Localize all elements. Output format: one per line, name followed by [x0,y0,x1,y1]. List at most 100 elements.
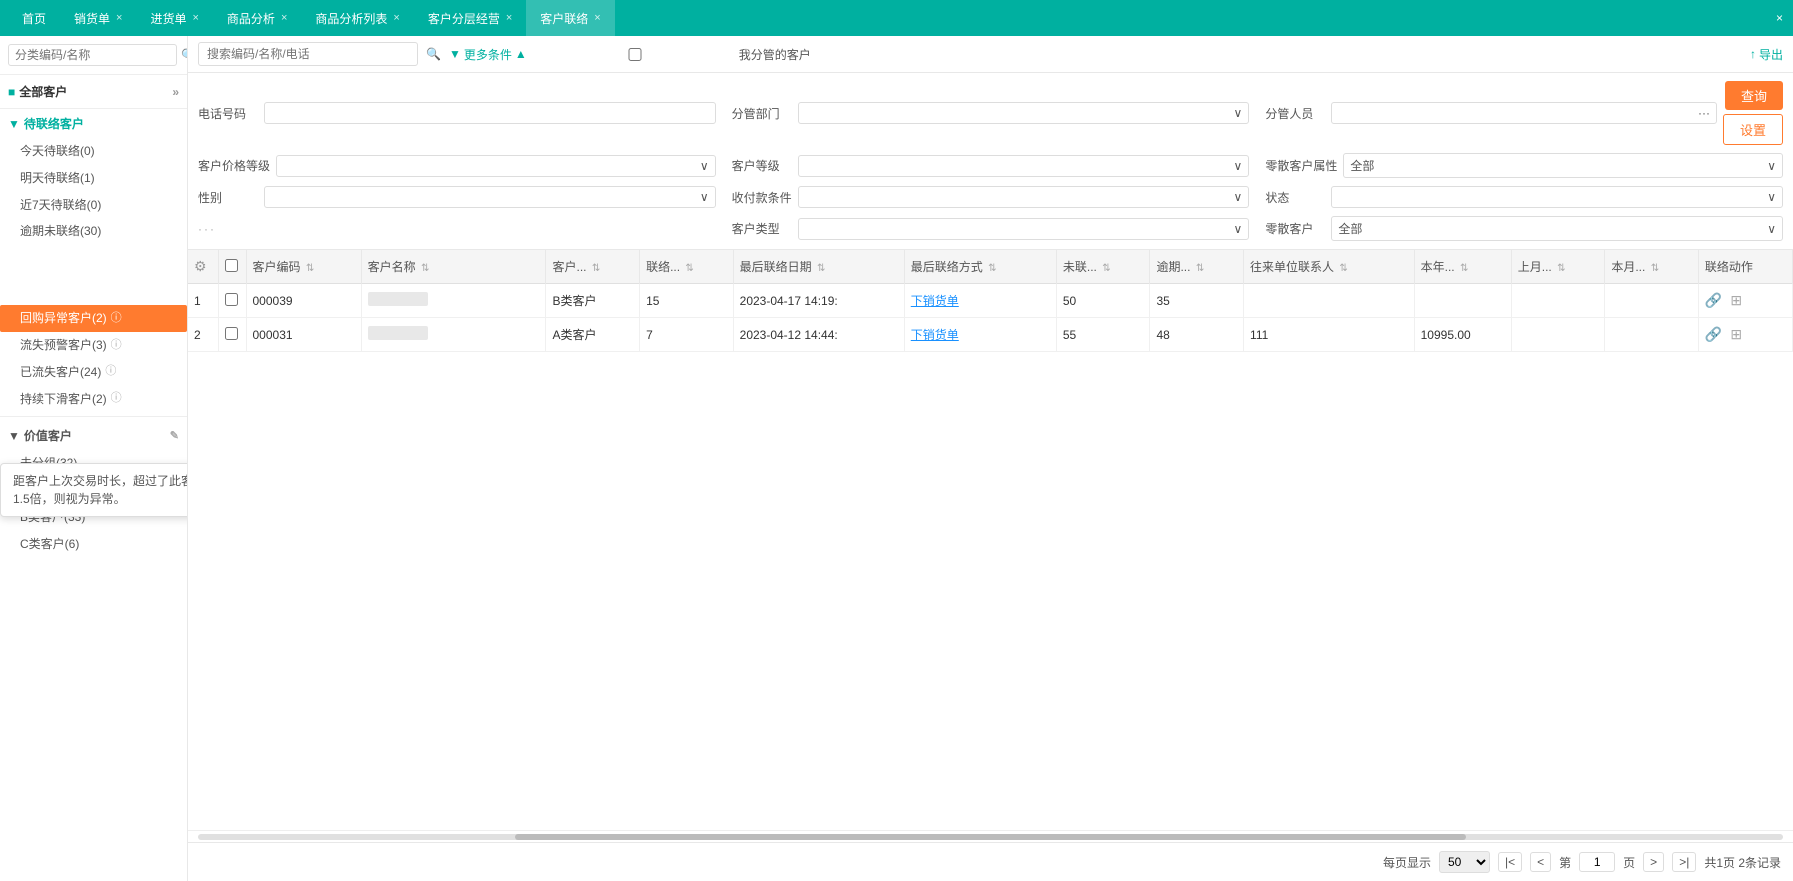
retail-attr-select[interactable]: 全部 ∨ [1343,153,1783,178]
customer-grade-select[interactable]: ∨ [798,155,1250,177]
search-input[interactable] [198,42,418,66]
sidebar-item-today[interactable]: 今天待联络(0) [0,138,187,165]
cell-action: 🔗 ⊞ [1698,284,1792,318]
retail-customer-select[interactable]: 全部 ∨ [1331,216,1783,241]
th-unit-contact[interactable]: 往来单位联系人 ⇅ [1244,250,1415,284]
last-page-btn[interactable]: >| [1672,852,1696,872]
nav-product-list[interactable]: 商品分析列表 × [301,0,413,36]
dept-select[interactable]: ∨ [798,102,1250,124]
th-unread[interactable]: 未联... ⇅ [1056,250,1150,284]
sidebar-item-repurchase-anomaly[interactable]: 回购异常客户(2) ⓘ [0,305,187,332]
my-customers-checkbox[interactable] [535,48,735,61]
filter-retail-attr-row: 零散客户属性 全部 ∨ [1265,153,1783,178]
customer-type-select[interactable]: ∨ [798,218,1250,240]
export-btn[interactable]: ↑ 导出 [1750,46,1783,63]
nav-product-analysis[interactable]: 商品分析 × [213,0,301,36]
th-name[interactable]: 客户名称 ⇅ [361,250,546,284]
horizontal-scrollbar[interactable] [188,830,1793,842]
sort-icon-overdue: ⇅ [1196,263,1204,274]
sidebar-section-pending[interactable]: ▼ 待联络客户 [0,109,187,138]
cell-last-date: 2023-04-12 14:44: [733,318,904,352]
sidebar-value-customers-header[interactable]: ▼ 价值客户 ✎ [0,421,187,450]
edit-icon[interactable]: ✎ [170,429,179,442]
sidebar-item-tomorrow[interactable]: 明天待联络(1) [0,165,187,192]
action-link-icon-0[interactable]: 🔗 [1705,292,1722,309]
action-grid-icon-1[interactable]: ⊞ [1730,326,1742,343]
th-contact[interactable]: 联络... ⇅ [640,250,734,284]
sidebar-item-7days[interactable]: 近7天待联络(0) [0,192,187,219]
cell-index: 1 [188,284,218,318]
row-checkbox-0[interactable] [225,293,238,306]
phone-input[interactable] [264,102,716,124]
sidebar-search-icon[interactable]: 🔍 [181,48,188,62]
action-grid-icon-0[interactable]: ⊞ [1730,292,1742,309]
nav-home[interactable]: 首页 [8,0,60,36]
sidebar-item-overdue[interactable]: 逾期未联络(30) [0,218,187,245]
nav-customer-contact-close[interactable]: × [594,12,600,24]
nav-purchase[interactable]: 进货单 × [136,0,212,36]
th-overdue[interactable]: 逾期... ⇅ [1150,250,1244,284]
cell-name [361,318,546,352]
settings-gear-icon[interactable]: ⚙ [194,258,207,274]
more-conditions-btn[interactable]: ▼ 更多条件 ▲ [449,46,527,63]
manager-select[interactable]: ··· [1331,102,1717,124]
th-last-month[interactable]: 上月... ⇅ [1511,250,1605,284]
payment-select[interactable]: ∨ [798,186,1250,208]
sort-icon-way: ⇅ [988,263,996,274]
th-last-way[interactable]: 最后联络方式 ⇅ [904,250,1056,284]
query-button[interactable]: 查询 [1725,81,1783,110]
table-row: 2 000031 A类客户 7 2023-04-12 14:44: 下销货单 5… [188,318,1793,352]
prev-page-btn[interactable]: < [1530,852,1551,872]
cell-last-way[interactable]: 下销货单 [904,284,1056,318]
th-category[interactable]: 客户... ⇅ [546,250,640,284]
cell-overdue: 48 [1150,318,1244,352]
first-page-btn[interactable]: |< [1498,852,1522,872]
table-area: ⚙ 客户编码 ⇅ 客户名称 ⇅ [188,250,1793,830]
sidebar-item-churned[interactable]: 已流失客户(24) ⓘ [0,359,187,386]
nav-customer-segment[interactable]: 客户分层经营 × [414,0,526,36]
nav-close-all[interactable]: × [1776,9,1783,27]
status-select[interactable]: ∨ [1331,186,1783,208]
filter-price-grade-row: 客户价格等级 ∨ [198,153,716,178]
gender-select[interactable]: ∨ [264,186,716,208]
next-page-btn[interactable]: > [1643,852,1664,872]
price-grade-select[interactable]: ∨ [276,155,716,177]
th-this-year[interactable]: 本年... ⇅ [1414,250,1511,284]
sidebar-item-declining[interactable]: 持续下滑客户(2) ⓘ [0,386,187,413]
last-way-link-0[interactable]: 下销货单 [911,294,959,308]
sidebar-item-churn-warning[interactable]: 流失预警客户(3) ⓘ [0,332,187,359]
sidebar-item-class-c[interactable]: C类客户(6) [0,531,187,558]
filter-gender-row: 性别 ∨ [198,186,716,208]
sidebar-all-customers[interactable]: ■ 全部客户 » [0,75,187,109]
filter-search-icon[interactable]: 🔍 [426,47,441,61]
setting-button[interactable]: 设置 [1723,114,1783,145]
nav-product-analysis-close[interactable]: × [281,12,287,24]
sort-icon-lmonth: ⇅ [1557,263,1565,274]
th-code[interactable]: 客户编码 ⇅ [246,250,361,284]
sort-icon-cat: ⇅ [592,263,600,274]
nav-product-list-close[interactable]: × [393,12,399,24]
action-link-icon-1[interactable]: 🔗 [1705,326,1722,343]
nav-customer-contact[interactable]: 客户联络 × [526,0,614,36]
select-all-checkbox[interactable] [225,259,238,272]
per-page-select[interactable]: 50 100 [1439,851,1490,873]
nav-sales-close[interactable]: × [116,12,122,24]
nav-purchase-close[interactable]: × [192,12,198,24]
th-this-month[interactable]: 本月... ⇅ [1605,250,1699,284]
nav-customer-segment-close[interactable]: × [506,12,512,24]
sidebar-collapse-icon[interactable]: » [172,85,179,99]
last-way-link-1[interactable]: 下销货单 [911,328,959,342]
scrollbar-thumb[interactable] [515,834,1466,840]
cell-last-way[interactable]: 下销货单 [904,318,1056,352]
cell-category: A类客户 [546,318,640,352]
chevron-down-icon-9: ∨ [1767,222,1776,236]
filter-retail-customer-row: 零散客户 全部 ∨ [1265,216,1783,241]
nav-sales[interactable]: 销货单 × [60,0,136,36]
page-input[interactable] [1579,852,1615,872]
my-customers-label[interactable]: 我分管的客户 [535,46,811,63]
more-dots[interactable]: ··· [198,222,216,236]
th-last-date[interactable]: 最后联络日期 ⇅ [733,250,904,284]
sidebar-search-input[interactable] [8,44,177,66]
row-checkbox-1[interactable] [225,327,238,340]
sidebar-section-arrow: ▼ [8,117,20,131]
